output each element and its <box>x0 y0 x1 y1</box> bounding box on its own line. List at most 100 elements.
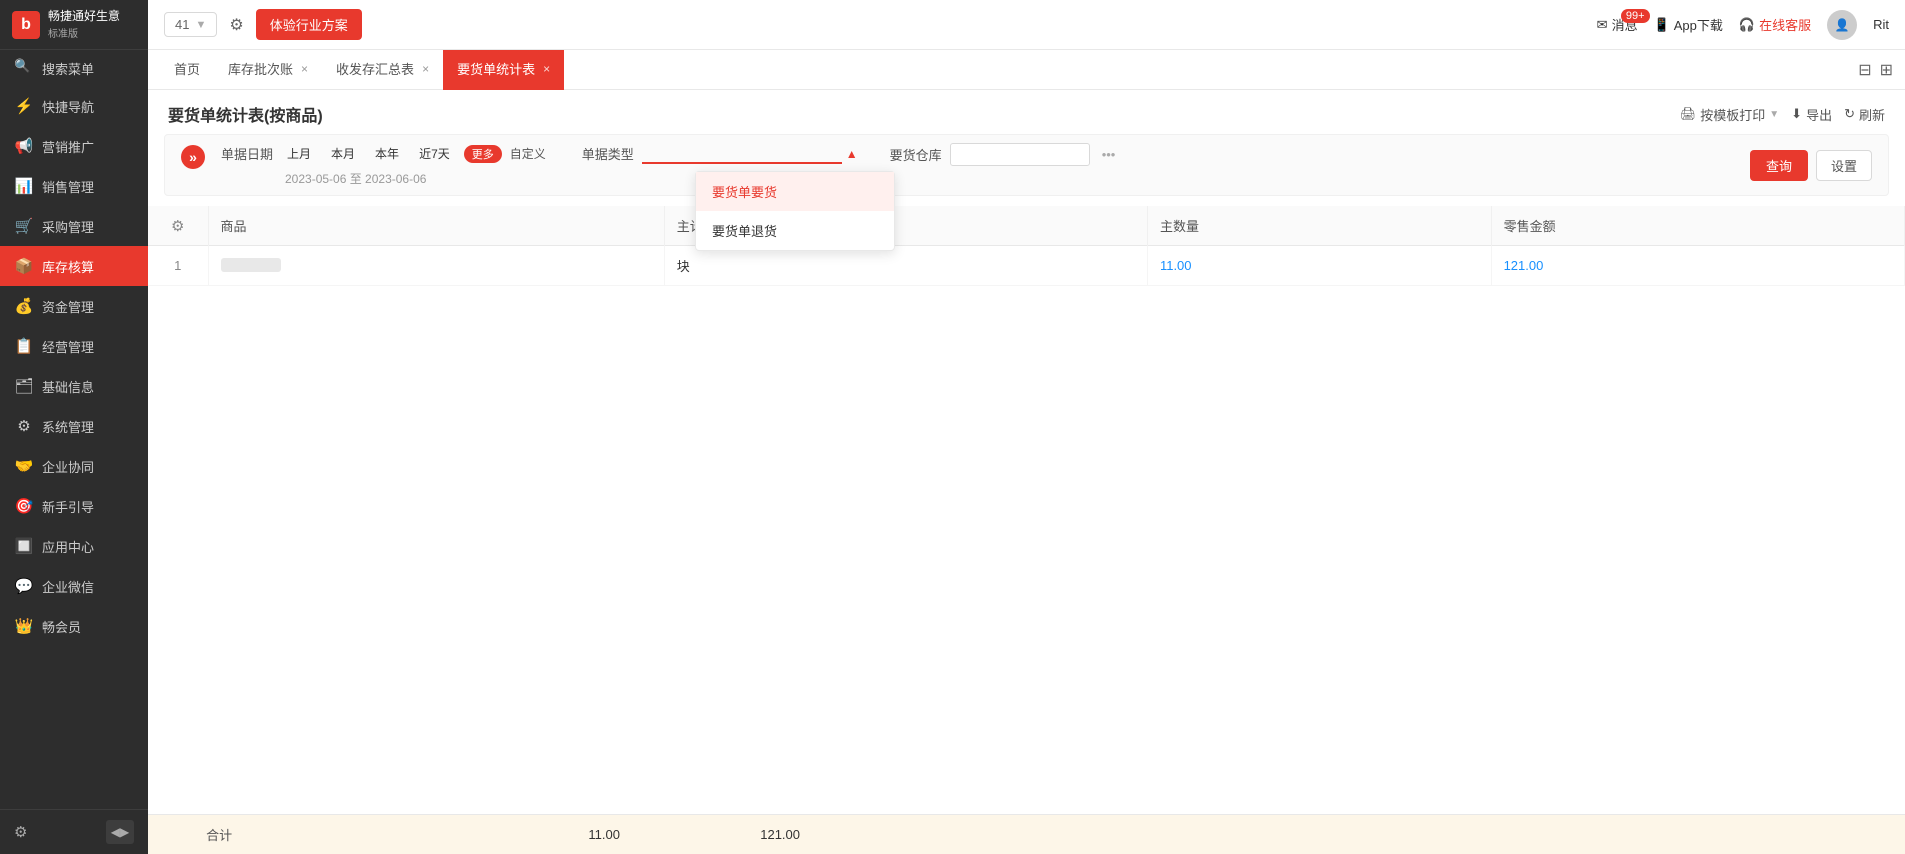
export-btn[interactable]: ⬇ 导出 <box>1791 105 1832 124</box>
warehouse-label: 要货仓库 <box>890 145 942 164</box>
tabs-expand-btn[interactable]: ⊞ <box>1880 60 1893 80</box>
message-btn[interactable]: ✉ 消息 99+ <box>1597 15 1638 34</box>
sidebar-item-quick-nav[interactable]: ⚡ 快捷导航 <box>0 86 148 126</box>
sidebar-item-enterprise[interactable]: 🤝 企业协同 <box>0 446 148 486</box>
system-icon: ⚙ <box>14 416 34 436</box>
sidebar-collapse-btn[interactable]: ◀▶ <box>106 820 134 844</box>
print-btn[interactable]: 🖨 按模板打印 ▼ <box>1680 105 1779 124</box>
warehouse-input[interactable] <box>950 143 1090 166</box>
tab-home[interactable]: 首页 <box>160 50 214 90</box>
table-footer: 合计 11.00 121.00 <box>148 814 1905 854</box>
sidebar-label-system: 系统管理 <box>42 417 134 436</box>
topbar-right: ✉ 消息 99+ 📱 App下载 🎧 在线客服 👤 Rit <box>1597 10 1889 40</box>
filter-expand-btn[interactable]: » <box>181 145 205 169</box>
sidebar-item-marketing[interactable]: 📢 营销推广 <box>0 126 148 166</box>
date-range-display: 2023-05-06 至 2023-06-06 <box>285 170 426 187</box>
type-dropdown-icon[interactable]: ▲ <box>846 147 858 161</box>
date-last-month-btn[interactable]: 上月 <box>281 143 317 164</box>
page-actions: 🖨 按模板打印 ▼ ⬇ 导出 ↻ 刷新 <box>1680 105 1885 124</box>
tab-receivable[interactable]: 收发存汇总表 × <box>322 50 443 90</box>
row-amount[interactable]: 121.00 <box>1491 246 1904 286</box>
query-btn[interactable]: 查询 <box>1750 150 1808 181</box>
sidebar-item-purchase[interactable]: 🛒 采购管理 <box>0 206 148 246</box>
avatar-placeholder: 👤 <box>1835 18 1850 32</box>
collapse-icon: ◀▶ <box>111 825 129 839</box>
sidebar-search-label: 搜索菜单 <box>42 59 94 78</box>
tab-receivable-close[interactable]: × <box>422 62 429 76</box>
dropdown-item-order-goods[interactable]: 要货单要货 <box>696 172 894 211</box>
refresh-btn[interactable]: ↻ 刷新 <box>1844 105 1885 124</box>
date-7days-btn[interactable]: 近7天 <box>413 143 456 164</box>
sidebar-item-system[interactable]: ⚙ 系统管理 <box>0 406 148 446</box>
marketing-icon: 📢 <box>14 136 34 156</box>
row-qty[interactable]: 11.00 <box>1147 246 1491 286</box>
page-content: 要货单统计表(按商品) 🖨 按模板打印 ▼ ⬇ 导出 ↻ 刷新 » <box>148 90 1905 854</box>
topbar-gear-icon[interactable]: ⚙ <box>229 15 243 35</box>
sidebar-item-sales[interactable]: 📊 销售管理 <box>0 166 148 206</box>
settings-footer-btn[interactable]: ⚙ <box>14 823 27 841</box>
workspace-selector[interactable]: 41 ▼ <box>164 12 217 37</box>
main-area: 41 ▼ ⚙ 体验行业方案 ✉ 消息 99+ 📱 App下载 🎧 在线客服 👤 <box>148 0 1905 854</box>
sidebar-item-operation[interactable]: 📋 经营管理 <box>0 326 148 366</box>
date-this-month-btn[interactable]: 本月 <box>325 143 361 164</box>
search-icon: 🔍 <box>14 58 34 78</box>
app-download-btn[interactable]: 📱 App下载 <box>1654 15 1723 34</box>
date-custom-btn[interactable]: 自定义 <box>510 145 546 162</box>
trial-btn[interactable]: 体验行业方案 <box>256 9 362 40</box>
sidebar-item-member[interactable]: 👑 畅会员 <box>0 606 148 646</box>
sidebar-label-wechat: 企业微信 <box>42 577 134 596</box>
sidebar-label-inventory: 库存核算 <box>42 257 134 276</box>
sidebar-item-wechat[interactable]: 💬 企业微信 <box>0 566 148 606</box>
sidebar-label-guide: 新手引导 <box>42 497 134 516</box>
sidebar-label-basic: 基础信息 <box>42 377 134 396</box>
date-label: 单据日期 <box>221 144 273 163</box>
sidebar-search-menu[interactable]: 🔍 搜索菜单 <box>0 50 148 86</box>
footer-qty: 11.00 <box>520 827 620 842</box>
date-this-year-btn[interactable]: 本年 <box>369 143 405 164</box>
settings-btn[interactable]: 设置 <box>1816 150 1872 181</box>
tab-order-stats[interactable]: 要货单统计表 × <box>443 50 564 90</box>
tab-order-stats-close[interactable]: × <box>543 62 550 76</box>
data-table: ⚙ 商品 主计量单位 主数量 零售金额 1 <box>148 206 1905 286</box>
export-icon: ⬇ <box>1791 106 1802 122</box>
sales-icon: 📊 <box>14 176 34 196</box>
basic-icon: 🗂 <box>14 376 34 396</box>
tab-inventory-batch[interactable]: 库存批次账 × <box>214 50 322 90</box>
filter-date-group: 单据日期 上月 本月 本年 近7天 更多 自定义 2023-05-06 至 20… <box>221 143 546 187</box>
warehouse-more-btn[interactable]: ••• <box>1102 147 1116 162</box>
sidebar-item-guide[interactable]: 🎯 新手引导 <box>0 486 148 526</box>
type-input[interactable] <box>642 143 842 164</box>
filter-actions: 查询 设置 <box>1750 150 1872 181</box>
message-icon: ✉ <box>1597 17 1608 33</box>
headset-icon: 🎧 <box>1739 17 1755 33</box>
filter-warehouse-group: 要货仓库 ••• <box>890 143 1116 166</box>
topbar-left: 41 ▼ ⚙ 体验行业方案 <box>164 9 362 40</box>
avatar[interactable]: 👤 <box>1827 10 1857 40</box>
selector-dropdown-icon: ▼ <box>195 19 206 31</box>
tabs-minimize-btn[interactable]: ⊟ <box>1858 60 1871 80</box>
date-more-btn[interactable]: 更多 <box>464 145 502 163</box>
data-table-wrap: ⚙ 商品 主计量单位 主数量 零售金额 1 <box>148 206 1905 814</box>
dropdown-item-order-return[interactable]: 要货单退货 <box>696 211 894 250</box>
sidebar-item-finance[interactable]: 💰 资金管理 <box>0 286 148 326</box>
table-row: 1 块 11.00 121.00 <box>148 246 1905 286</box>
footer-amount: 121.00 <box>700 827 800 842</box>
sidebar-item-inventory[interactable]: 📦 库存核算 <box>0 246 148 286</box>
phone-icon: 📱 <box>1654 17 1670 33</box>
tab-inventory-batch-close[interactable]: × <box>301 62 308 76</box>
col-settings-icon[interactable]: ⚙ <box>171 218 184 235</box>
print-dropdown-icon: ▼ <box>1769 109 1779 120</box>
sidebar-logo: b 畅捷通好生意 标准版 <box>0 0 148 50</box>
sidebar-item-basic[interactable]: 🗂 基础信息 <box>0 366 148 406</box>
sidebar-label-member: 畅会员 <box>42 617 134 636</box>
online-service-btn[interactable]: 🎧 在线客服 <box>1739 15 1811 34</box>
sidebar-label-quick-nav: 快捷导航 <box>42 97 134 116</box>
wechat-icon: 💬 <box>14 576 34 596</box>
enterprise-icon: 🤝 <box>14 456 34 476</box>
sidebar-item-apps[interactable]: 🔲 应用中心 <box>0 526 148 566</box>
filter-type-group: 单据类型 ▲ <box>582 143 858 164</box>
footer-total-label: 合计 <box>206 825 360 844</box>
col-gear[interactable]: ⚙ <box>148 206 208 246</box>
username-label[interactable]: Rit <box>1873 17 1889 32</box>
type-label: 单据类型 <box>582 144 634 163</box>
